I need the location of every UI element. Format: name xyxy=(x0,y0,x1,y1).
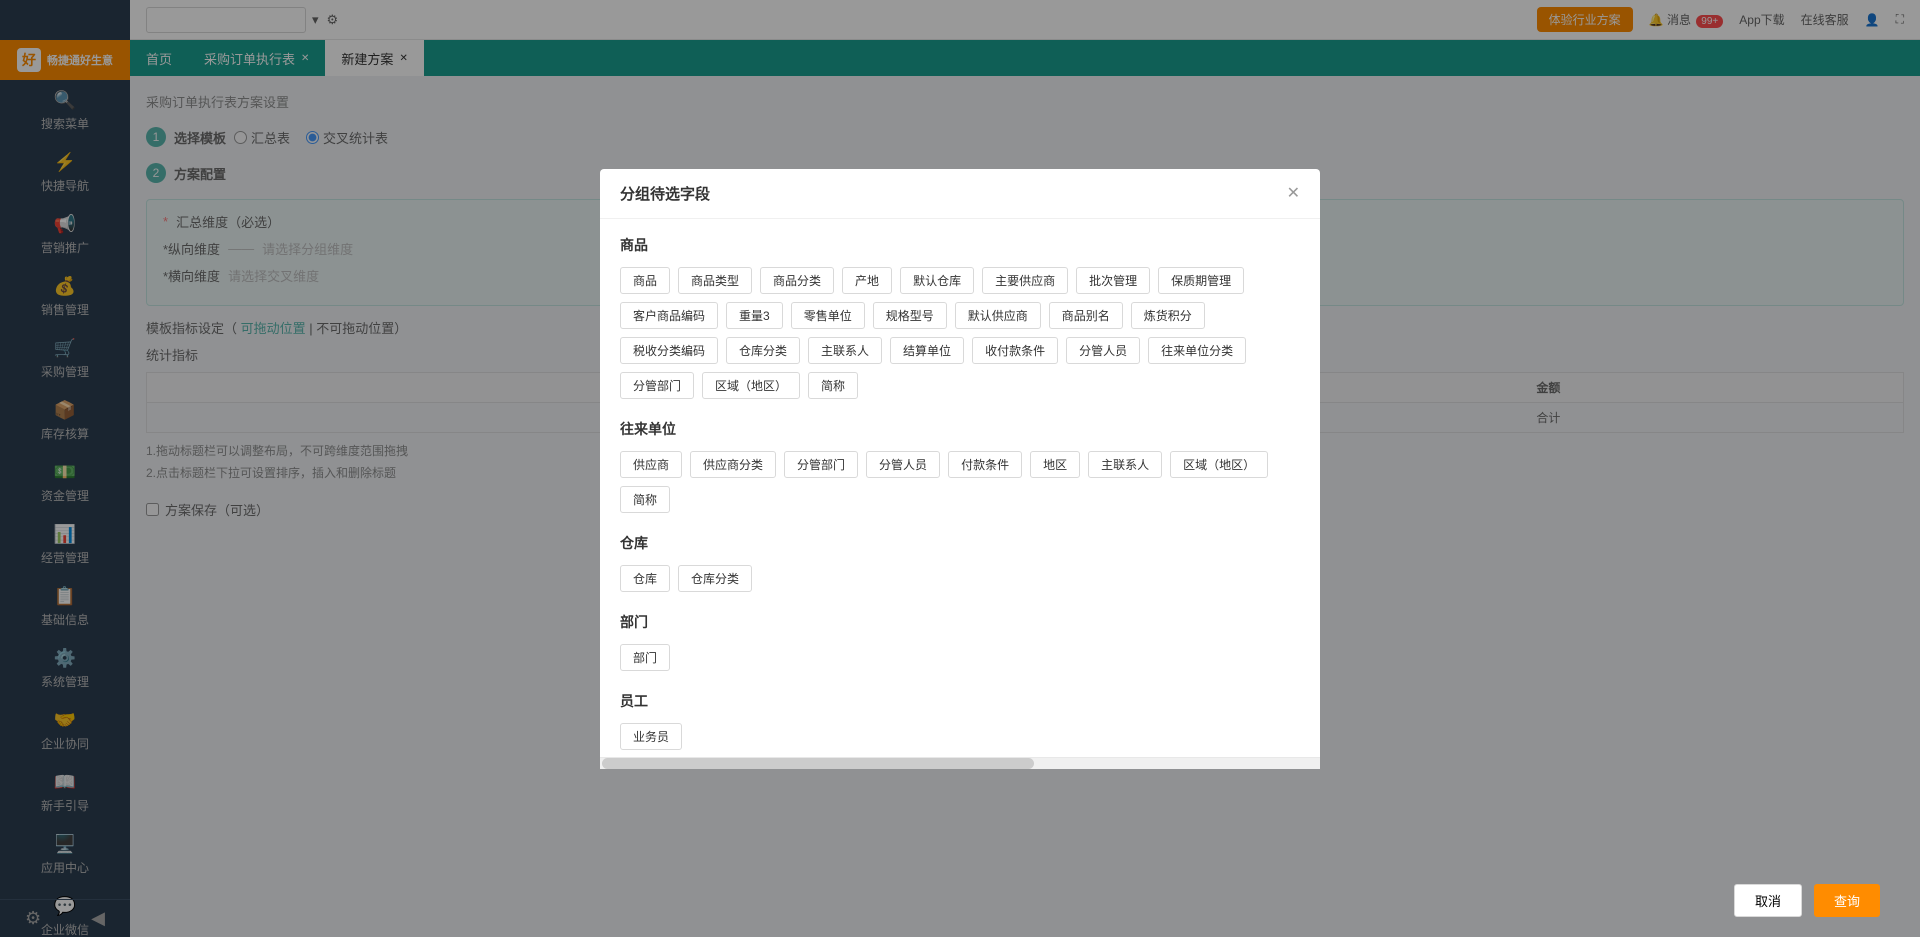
modal-hscrollbar[interactable] xyxy=(600,757,1320,769)
section-tags-2: 仓库仓库分类 xyxy=(620,565,1300,592)
field-tag-0-10[interactable]: 零售单位 xyxy=(791,302,865,329)
field-tag-0-4[interactable]: 默认仓库 xyxy=(900,267,974,294)
section-tags-0: 商品商品类型商品分类产地默认仓库主要供应商批次管理保质期管理客户商品编码重量3 零… xyxy=(620,267,1300,399)
field-tag-0-18[interactable]: 结算单位 xyxy=(890,337,964,364)
field-tag-0-15[interactable]: 税收分类编码 xyxy=(620,337,718,364)
field-tag-1-4[interactable]: 付款条件 xyxy=(948,451,1022,478)
field-tag-1-3[interactable]: 分管人员 xyxy=(866,451,940,478)
section-title-2: 仓库 xyxy=(620,533,1300,553)
field-tag-1-8[interactable]: 简称 xyxy=(620,486,670,513)
field-tag-0-9[interactable]: 重量3 xyxy=(726,302,783,329)
section-tags-4: 业务员 xyxy=(620,723,1300,750)
modal-section-0: 商品商品商品类型商品分类产地默认仓库主要供应商批次管理保质期管理客户商品编码重量… xyxy=(620,235,1300,399)
section-tags-1: 供应商供应商分类分管部门分管人员付款条件地区主联系人区域（地区） 简称 xyxy=(620,451,1300,513)
field-tag-1-0[interactable]: 供应商 xyxy=(620,451,682,478)
field-select-modal: 分组待选字段 ✕ 商品商品商品类型商品分类产地默认仓库主要供应商批次管理保质期管… xyxy=(600,169,1320,769)
section-title-4: 员工 xyxy=(620,691,1300,711)
footer-buttons: 取消 查询 xyxy=(1734,884,1880,917)
field-tag-0-22[interactable]: 分管部门 xyxy=(620,372,694,399)
section-title-1: 往来单位 xyxy=(620,419,1300,439)
modal-section-2: 仓库仓库仓库分类 xyxy=(620,533,1300,592)
section-title-0: 商品 xyxy=(620,235,1300,255)
field-tag-4-0[interactable]: 业务员 xyxy=(620,723,682,750)
modal-close-icon[interactable]: ✕ xyxy=(1287,183,1300,203)
field-tag-0-19[interactable]: 收付款条件 xyxy=(972,337,1058,364)
field-tag-2-0[interactable]: 仓库 xyxy=(620,565,670,592)
modal-section-3: 部门部门 xyxy=(620,612,1300,671)
field-tag-1-1[interactable]: 供应商分类 xyxy=(690,451,776,478)
field-tag-0-5[interactable]: 主要供应商 xyxy=(982,267,1068,294)
field-tag-0-21[interactable]: 往来单位分类 xyxy=(1148,337,1246,364)
field-tag-0-20[interactable]: 分管人员 xyxy=(1066,337,1140,364)
field-tag-0-2[interactable]: 商品分类 xyxy=(760,267,834,294)
field-tag-0-17[interactable]: 主联系人 xyxy=(808,337,882,364)
section-title-3: 部门 xyxy=(620,612,1300,632)
field-tag-0-11[interactable]: 规格型号 xyxy=(873,302,947,329)
field-tag-0-6[interactable]: 批次管理 xyxy=(1076,267,1150,294)
field-tag-1-5[interactable]: 地区 xyxy=(1030,451,1080,478)
field-tag-0-12[interactable]: 默认供应商 xyxy=(955,302,1041,329)
cancel-button[interactable]: 取消 xyxy=(1734,884,1802,917)
field-tag-0-7[interactable]: 保质期管理 xyxy=(1158,267,1244,294)
field-tag-2-1[interactable]: 仓库分类 xyxy=(678,565,752,592)
modal-section-1: 往来单位供应商供应商分类分管部门分管人员付款条件地区主联系人区域（地区） 简称 xyxy=(620,419,1300,513)
field-tag-0-3[interactable]: 产地 xyxy=(842,267,892,294)
modal-title: 分组待选字段 xyxy=(620,183,710,204)
field-tag-0-23[interactable]: 区域（地区） xyxy=(702,372,800,399)
modal-body[interactable]: 商品商品商品类型商品分类产地默认仓库主要供应商批次管理保质期管理客户商品编码重量… xyxy=(600,219,1320,757)
section-tags-3: 部门 xyxy=(620,644,1300,671)
field-tag-1-2[interactable]: 分管部门 xyxy=(784,451,858,478)
modal-header: 分组待选字段 ✕ xyxy=(600,169,1320,219)
modal-section-4: 员工业务员 xyxy=(620,691,1300,750)
field-tag-0-16[interactable]: 仓库分类 xyxy=(726,337,800,364)
field-tag-0-8[interactable]: 客户商品编码 xyxy=(620,302,718,329)
confirm-button[interactable]: 查询 xyxy=(1814,884,1880,917)
field-tag-0-13[interactable]: 商品别名 xyxy=(1049,302,1123,329)
field-tag-0-0[interactable]: 商品 xyxy=(620,267,670,294)
field-tag-0-24[interactable]: 简称 xyxy=(808,372,858,399)
field-tag-0-14[interactable]: 炼货积分 xyxy=(1131,302,1205,329)
field-tag-1-6[interactable]: 主联系人 xyxy=(1088,451,1162,478)
field-tag-3-0[interactable]: 部门 xyxy=(620,644,670,671)
field-tag-1-7[interactable]: 区域（地区） xyxy=(1170,451,1268,478)
field-tag-0-1[interactable]: 商品类型 xyxy=(678,267,752,294)
